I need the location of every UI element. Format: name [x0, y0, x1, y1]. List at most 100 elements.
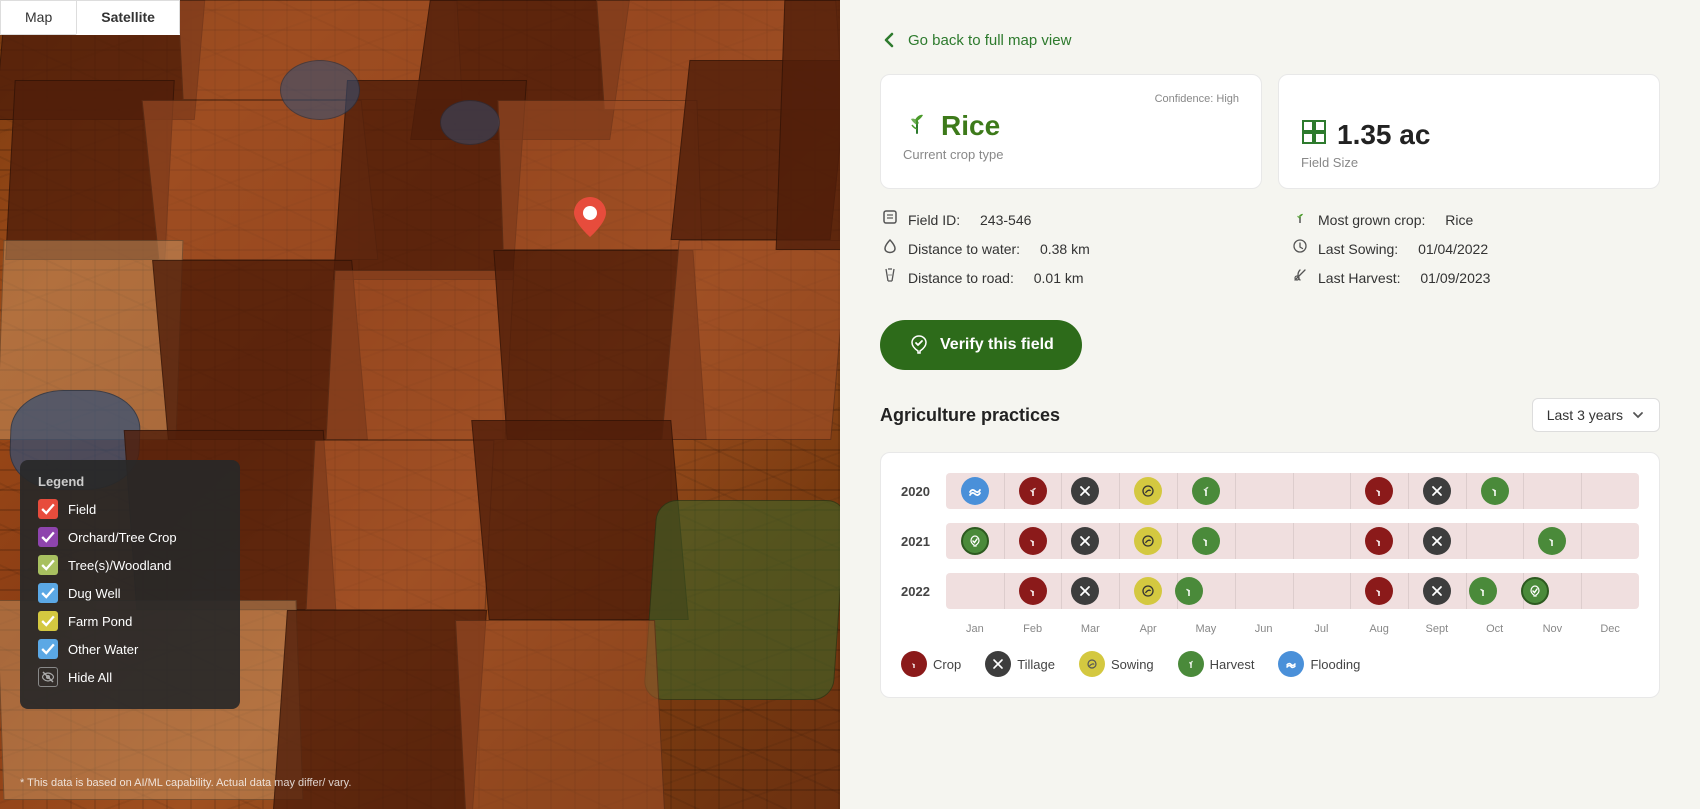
- act-2021-jan-verify: [961, 527, 989, 555]
- act-2020-oct-harvest: [1481, 477, 1509, 505]
- legend-crop: Crop: [901, 651, 961, 677]
- legend-label-other-water: Other Water: [68, 642, 138, 657]
- legend-item-dug-well[interactable]: Dug Well: [38, 583, 222, 603]
- sowing-icon-small: [1290, 238, 1310, 259]
- map-location-pin: [574, 197, 606, 245]
- timeline-row-2021: 2021: [901, 523, 1639, 559]
- timeline-row-2022: 2022: [901, 573, 1639, 609]
- legend-label-crop: Crop: [933, 657, 961, 672]
- distance-water-value: 0.38 km: [1040, 241, 1090, 257]
- act-2020-jan-flooding: [961, 477, 989, 505]
- month-jan: Jan: [946, 623, 1004, 635]
- tab-map[interactable]: Map: [0, 0, 76, 35]
- verify-button-text: Verify this field: [940, 336, 1054, 354]
- act-2022-oct-harvest: [1469, 577, 1497, 605]
- legend-title: Legend: [38, 474, 222, 489]
- field-info-left: Field ID: 243-546 Distance to water: 0.3…: [880, 209, 1250, 296]
- map-green-patch: [643, 500, 840, 700]
- legend-dot-tillage: [985, 651, 1011, 677]
- act-2022-apr-harvest: [1175, 577, 1203, 605]
- act-2022-apr-sowing: [1134, 577, 1162, 605]
- act-2020-mar-tillage: [1071, 477, 1099, 505]
- month-oct: Oct: [1466, 623, 1524, 635]
- timeline-bar-2021: [946, 523, 1639, 559]
- act-2021-sept-tillage: [1423, 527, 1451, 555]
- act-2020-may-harvest: [1192, 477, 1220, 505]
- cards-row: Confidence: High Rice Current crop type: [880, 74, 1660, 189]
- legend-sowing: Sowing: [1079, 651, 1154, 677]
- legend-item-orchard[interactable]: Orchard/Tree Crop: [38, 527, 222, 547]
- act-2021-nov-harvest: [1538, 527, 1566, 555]
- legend-dot-crop: [901, 651, 927, 677]
- crop-subtitle: Current crop type: [903, 147, 1239, 162]
- month-dec: Dec: [1581, 623, 1639, 635]
- timeline-bar-2020: [946, 473, 1639, 509]
- crop-info: Rice: [903, 109, 1239, 143]
- legend-checkbox-farm-pond: [38, 611, 58, 631]
- info-panel: Go back to full map view Confidence: Hig…: [840, 0, 1700, 809]
- year-selector[interactable]: Last 3 years: [1532, 398, 1660, 432]
- month-sept: Sept: [1408, 623, 1466, 635]
- distance-road-row: Distance to road: 0.01 km: [880, 267, 1250, 288]
- field-info-section: Field ID: 243-546 Distance to water: 0.3…: [880, 209, 1660, 296]
- distance-water-row: Distance to water: 0.38 km: [880, 238, 1250, 259]
- legend-flooding: Flooding: [1278, 651, 1360, 677]
- field-size-label: Field Size: [1301, 155, 1637, 170]
- harvest-icon-small: [1290, 267, 1310, 288]
- legend-label-field: Field: [68, 502, 96, 517]
- chevron-down-icon: [1631, 408, 1645, 422]
- legend-harvest: Harvest: [1178, 651, 1255, 677]
- act-2020-apr-sowing: [1134, 477, 1162, 505]
- legend-checkbox-other-water: [38, 639, 58, 659]
- month-feb: Feb: [1004, 623, 1062, 635]
- legend-item-hide-all[interactable]: Hide All: [38, 667, 222, 687]
- act-2022-sept-tillage: [1423, 577, 1451, 605]
- distance-road-label: Distance to road:: [908, 270, 1014, 286]
- month-mar: Mar: [1062, 623, 1120, 635]
- map-field-patch: [306, 440, 495, 610]
- legend-label-tillage: Tillage: [1017, 657, 1055, 672]
- legend-label-sowing: Sowing: [1111, 657, 1154, 672]
- legend-label-dug-well: Dug Well: [68, 586, 121, 601]
- grid-icon: [1301, 119, 1327, 151]
- month-jul: Jul: [1293, 623, 1351, 635]
- legend-label-farm-pond: Farm Pond: [68, 614, 132, 629]
- back-link[interactable]: Go back to full map view: [880, 30, 1660, 50]
- act-2020-aug-crop: [1365, 477, 1393, 505]
- legend-checkbox-orchard: [38, 527, 58, 547]
- tab-satellite[interactable]: Satellite: [76, 0, 180, 35]
- map-water-body: [280, 60, 360, 120]
- act-2021-apr-sowing: [1134, 527, 1162, 555]
- chart-legend-row: Crop Tillage Sowing Harvest: [901, 651, 1639, 677]
- distance-water-label: Distance to water:: [908, 241, 1020, 257]
- legend-label-flooding: Flooding: [1310, 657, 1360, 672]
- legend-item-farm-pond[interactable]: Farm Pond: [38, 611, 222, 631]
- map-field-patch: [776, 0, 840, 250]
- distance-road-value: 0.01 km: [1034, 270, 1084, 286]
- map-field-patch: [326, 270, 515, 440]
- crop-confidence: Confidence: High: [903, 93, 1239, 105]
- legend-item-other-water[interactable]: Other Water: [38, 639, 222, 659]
- road-icon: [880, 267, 900, 288]
- month-may: May: [1177, 623, 1235, 635]
- water-icon: [880, 238, 900, 259]
- field-id-value: 243-546: [980, 212, 1031, 228]
- map-field-patch: [661, 240, 840, 440]
- month-jun: Jun: [1235, 623, 1293, 635]
- map-water-body: [440, 100, 500, 145]
- legend-icon-hide-all: [38, 667, 58, 687]
- legend-checkbox-dug-well: [38, 583, 58, 603]
- act-2022-oct-verify: [1521, 577, 1549, 605]
- legend-item-tree[interactable]: Tree(s)/Woodland: [38, 555, 222, 575]
- verify-button[interactable]: Verify this field: [880, 320, 1082, 370]
- act-2022-feb-crop: [1019, 577, 1047, 605]
- legend-label-tree: Tree(s)/Woodland: [68, 558, 171, 573]
- legend-item-field[interactable]: Field: [38, 499, 222, 519]
- map-tabs: Map Satellite: [0, 0, 180, 35]
- legend-dot-flooding: [1278, 651, 1304, 677]
- year-selector-label: Last 3 years: [1547, 407, 1623, 423]
- last-harvest-row: Last Harvest: 01/09/2023: [1290, 267, 1660, 288]
- most-grown-value: Rice: [1445, 212, 1473, 228]
- crop-icon-small: [1290, 209, 1310, 230]
- legend-checkbox-field: [38, 499, 58, 519]
